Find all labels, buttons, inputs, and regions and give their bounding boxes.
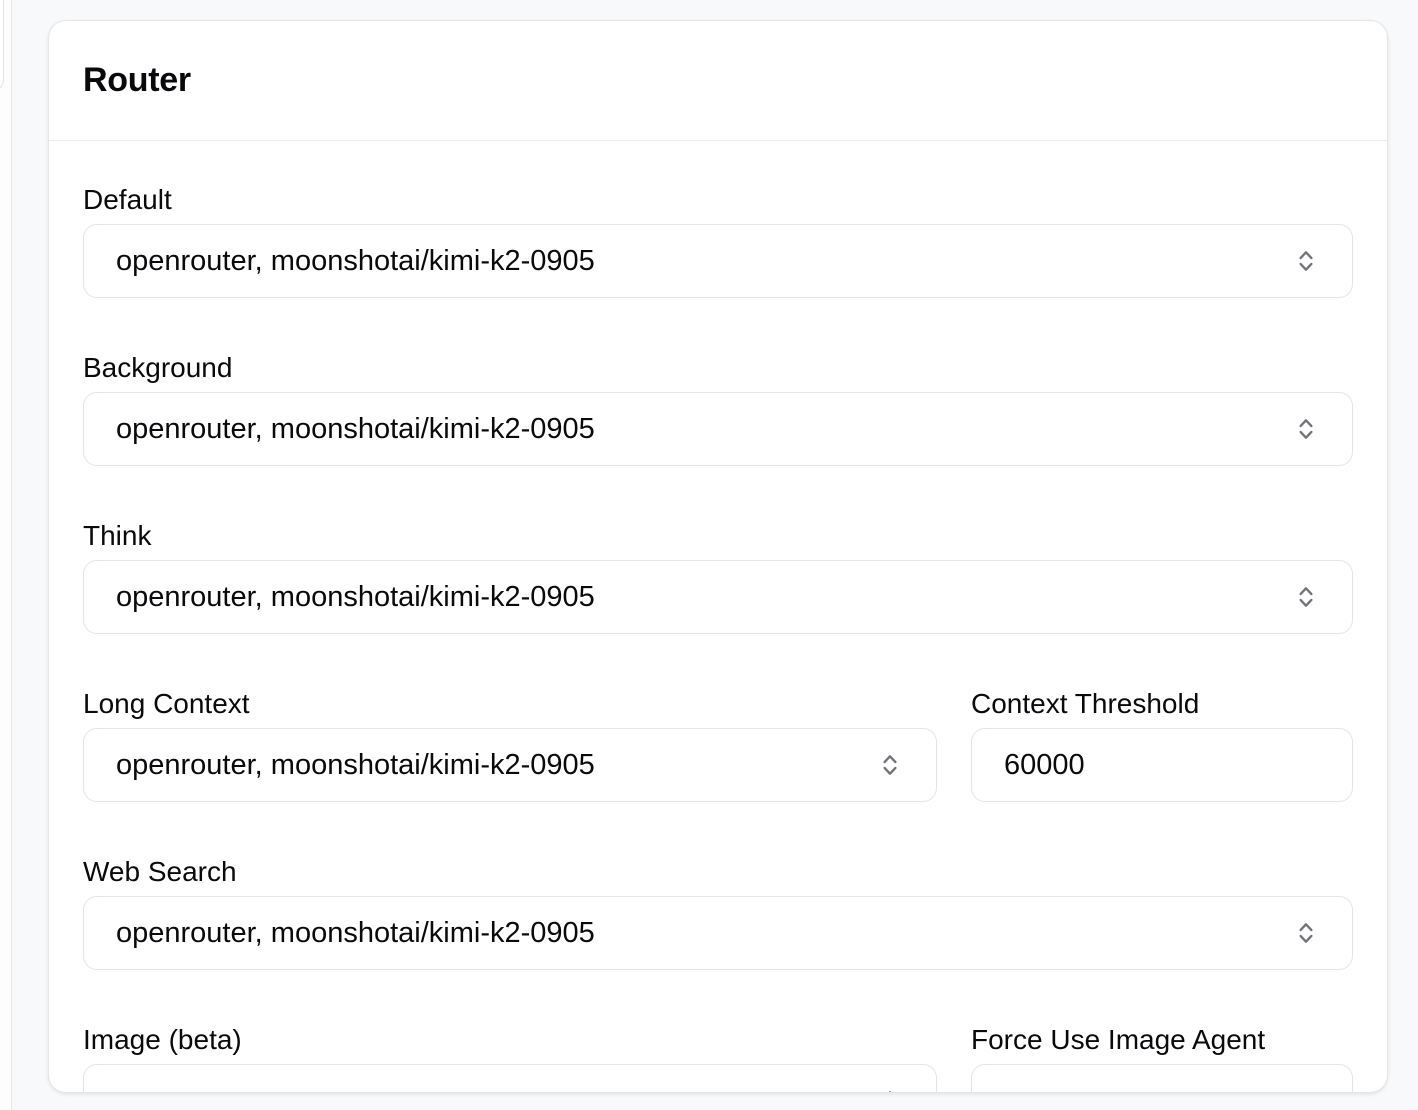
long-context-model-select-value: openrouter, moonshotai/kimi-k2-0905 (116, 748, 595, 781)
think-model-select-value: openrouter, moonshotai/kimi-k2-0905 (116, 580, 595, 613)
image-model-select[interactable] (83, 1064, 937, 1092)
default-model-select[interactable]: openrouter, moonshotai/kimi-k2-0905 (83, 224, 1353, 298)
background-card-corner (0, 0, 4, 93)
field-image: Image (beta) (83, 1022, 937, 1092)
chevron-up-down-icon (1293, 920, 1319, 946)
background-model-select-value: openrouter, moonshotai/kimi-k2-0905 (116, 412, 595, 445)
default-label: Default (83, 184, 172, 215)
field-web-search: Web Search openrouter, moonshotai/kimi-k… (83, 854, 1353, 970)
card-header: Router (49, 21, 1387, 141)
chevron-up-down-icon (1293, 416, 1319, 442)
page-title: Router (83, 61, 191, 99)
chevron-up-down-icon (877, 1088, 903, 1092)
field-context-threshold: Context Threshold (971, 686, 1353, 802)
context-threshold-input[interactable] (971, 728, 1353, 802)
left-panel-edge (0, 0, 12, 1110)
field-think: Think openrouter, moonshotai/kimi-k2-090… (83, 518, 1353, 634)
default-model-select-value: openrouter, moonshotai/kimi-k2-0905 (116, 244, 595, 277)
row-long-context: Long Context openrouter, moonshotai/kimi… (83, 686, 1353, 802)
force-use-image-agent-input[interactable] (971, 1064, 1353, 1092)
chevron-up-down-icon (1293, 248, 1319, 274)
chevron-up-down-icon (877, 752, 903, 778)
web-search-model-select-value: openrouter, moonshotai/kimi-k2-0905 (116, 916, 595, 949)
web-search-label: Web Search (83, 856, 237, 887)
image-label: Image (beta) (83, 1024, 242, 1055)
card-body: Default openrouter, moonshotai/kimi-k2-0… (49, 141, 1387, 1092)
force-use-image-agent-label: Force Use Image Agent (971, 1024, 1266, 1055)
field-default: Default openrouter, moonshotai/kimi-k2-0… (83, 182, 1353, 298)
background-label: Background (83, 352, 233, 383)
field-background: Background openrouter, moonshotai/kimi-k… (83, 350, 1353, 466)
context-threshold-label: Context Threshold (971, 688, 1200, 719)
long-context-label: Long Context (83, 688, 250, 719)
field-force-use-image-agent: Force Use Image Agent (971, 1022, 1353, 1092)
chevron-up-down-icon (1293, 584, 1319, 610)
think-label: Think (83, 520, 152, 551)
field-long-context: Long Context openrouter, moonshotai/kimi… (83, 686, 937, 802)
router-card: Router Default openrouter, moonshotai/ki… (48, 20, 1388, 1093)
row-image: Image (beta) Force Use Image Agent (83, 1022, 1353, 1092)
background-model-select[interactable]: openrouter, moonshotai/kimi-k2-0905 (83, 392, 1353, 466)
page: Router Default openrouter, moonshotai/ki… (0, 0, 1418, 1110)
web-search-model-select[interactable]: openrouter, moonshotai/kimi-k2-0905 (83, 896, 1353, 970)
think-model-select[interactable]: openrouter, moonshotai/kimi-k2-0905 (83, 560, 1353, 634)
long-context-model-select[interactable]: openrouter, moonshotai/kimi-k2-0905 (83, 728, 937, 802)
